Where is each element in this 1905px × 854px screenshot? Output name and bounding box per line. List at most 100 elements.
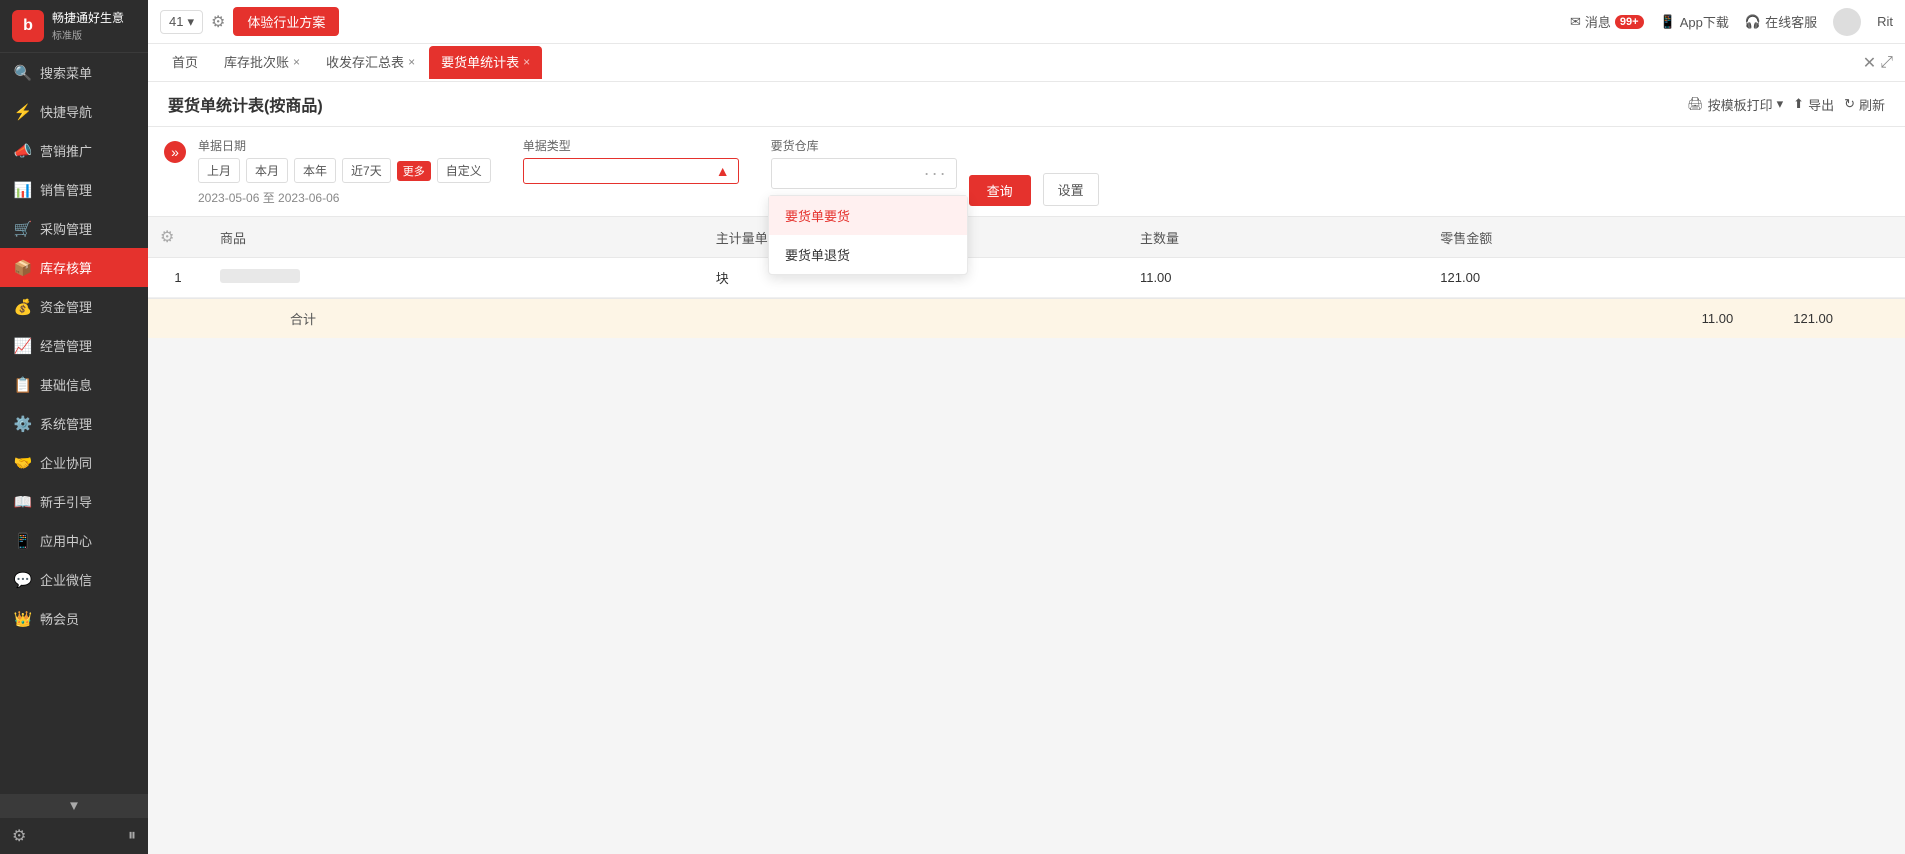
sidebar-item-label: 搜索菜单 (40, 63, 92, 82)
sidebar-item-label: 畅会员 (40, 609, 79, 628)
page-actions: 🖨 按模板打印 ▾ ⬆ 导出 ↻ 刷新 (1687, 95, 1885, 124)
dropdown-item-label: 要货单要货 (785, 209, 850, 224)
type-filter-select[interactable]: ▲ (523, 158, 739, 184)
cell-product (208, 258, 704, 298)
print-label: 按模板打印 (1708, 95, 1773, 114)
print-button[interactable]: 🖨 按模板打印 ▾ (1687, 95, 1783, 114)
wechat-icon: 💬 (14, 571, 32, 589)
sidebar-item-label: 企业协同 (40, 453, 92, 472)
export-icon: ⬆ (1793, 96, 1804, 112)
date-btn-custom[interactable]: 自定义 (437, 158, 491, 183)
sidebar-item-wechat[interactable]: 💬 企业微信 (0, 560, 148, 599)
warehouse-filter-more[interactable]: ··· (924, 163, 948, 184)
members-icon: 👑 (14, 610, 32, 628)
col-settings: ⚙ (148, 217, 208, 258)
data-table-wrapper: ⚙ 商品 主计量单位 主数量 零售金额 1 (148, 217, 1905, 298)
tabbar: 首页 库存批次账 × 收发存汇总表 × 要货单统计表 × ✕ ⤢ (148, 44, 1905, 82)
collapse-icon[interactable]: ⏸ (128, 827, 136, 845)
filter-expand-button[interactable]: » (164, 141, 186, 163)
warehouse-filter-select[interactable]: ··· (771, 158, 957, 189)
app-download-button[interactable]: 📱 App下载 (1660, 12, 1729, 31)
footer-total-label: 合计 (160, 309, 316, 328)
sidebar-item-purchase[interactable]: 🛒 采购管理 (0, 209, 148, 248)
col-quantity-header: 主数量 (1128, 217, 1428, 258)
tab-receipt-summary[interactable]: 收发存汇总表 × (314, 46, 427, 79)
sidebar-item-appstore[interactable]: 📱 应用中心 (0, 521, 148, 560)
sales-icon: 📊 (14, 181, 32, 199)
date-btn-7days[interactable]: 近7天 (342, 158, 391, 183)
topbar-settings-icon[interactable]: ⚙ (211, 12, 225, 32)
sidebar-item-sales[interactable]: 📊 销售管理 (0, 170, 148, 209)
company-dropdown[interactable]: 41 ▾ (160, 10, 203, 34)
tab-requisition-stat[interactable]: 要货单统计表 × (429, 46, 542, 79)
system-icon: ⚙️ (14, 415, 32, 433)
cell-quantity: 11.00 (1128, 258, 1428, 298)
sidebar-item-label: 采购管理 (40, 219, 92, 238)
user-avatar[interactable] (1833, 8, 1861, 36)
date-btn-last-month[interactable]: 上月 (198, 158, 240, 183)
close-window-icon[interactable]: ✕ (1863, 53, 1876, 73)
sidebar: b 畅捷通好生意 标准版 🔍 搜索菜单 ⚡ 快捷导航 📣 营销推广 📊 销售管理… (0, 0, 148, 854)
column-settings-icon[interactable]: ⚙ (160, 229, 174, 246)
query-button[interactable]: 查询 (969, 175, 1031, 206)
tab-requisition-stat-close[interactable]: × (523, 55, 530, 69)
sidebar-item-system[interactable]: ⚙️ 系统管理 (0, 404, 148, 443)
data-table: ⚙ 商品 主计量单位 主数量 零售金额 1 (148, 217, 1905, 298)
filter-settings-button[interactable]: 设置 (1043, 173, 1099, 206)
tab-inventory-batch-close[interactable]: × (293, 55, 300, 69)
cell-extra (1791, 258, 1905, 298)
fullscreen-icon[interactable]: ⤢ (1880, 54, 1893, 72)
sidebar-item-basics[interactable]: 📋 基础信息 (0, 365, 148, 404)
sidebar-item-inventory[interactable]: 📦 库存核算 (0, 248, 148, 287)
type-dropdown: 要货单要货 要货单退货 (768, 195, 968, 275)
sidebar-item-label: 基础信息 (40, 375, 92, 394)
warehouse-filter-input[interactable] (780, 166, 920, 181)
finance-icon: 💰 (14, 298, 32, 316)
topbar: 41 ▾ ⚙ 体验行业方案 ✉ 消息 99+ 📱 App下载 🎧 在线客服 Ri… (148, 0, 1905, 44)
dropdown-item-requisition[interactable]: 要货单要货 (769, 196, 967, 235)
messages-label: 消息 (1585, 12, 1611, 31)
date-more-badge[interactable]: 更多 (397, 161, 431, 181)
refresh-icon: ↻ (1844, 96, 1855, 112)
sidebar-item-quicknav[interactable]: ⚡ 快捷导航 (0, 92, 148, 131)
search-icon: 🔍 (14, 64, 32, 82)
marketing-icon: 📣 (14, 142, 32, 160)
sidebar-item-finance[interactable]: 💰 资金管理 (0, 287, 148, 326)
company-value: 41 (169, 14, 183, 29)
sidebar-item-label: 企业微信 (40, 570, 92, 589)
tab-home[interactable]: 首页 (160, 46, 210, 79)
sidebar-item-members[interactable]: 👑 畅会员 (0, 599, 148, 638)
download-icon: 📱 (1660, 14, 1676, 30)
sidebar-item-label: 经营管理 (40, 336, 92, 355)
tabbar-actions: ✕ ⤢ (1863, 53, 1893, 73)
refresh-button[interactable]: ↻ 刷新 (1844, 95, 1885, 114)
tab-receipt-summary-close[interactable]: × (408, 55, 415, 69)
sidebar-item-marketing[interactable]: 📣 营销推广 (0, 131, 148, 170)
export-button[interactable]: ⬆ 导出 (1793, 95, 1834, 114)
sidebar-item-guide[interactable]: 📖 新手引导 (0, 482, 148, 521)
type-filter-input[interactable] (532, 164, 712, 179)
sidebar-item-search[interactable]: 🔍 搜索菜单 (0, 53, 148, 92)
appstore-icon: 📱 (14, 532, 32, 550)
app-logo-icon: b (12, 10, 44, 42)
tab-inventory-batch[interactable]: 库存批次账 × (212, 46, 312, 79)
sidebar-logo: b 畅捷通好生意 标准版 (0, 0, 148, 53)
sidebar-item-enterprise[interactable]: 🤝 企业协同 (0, 443, 148, 482)
sidebar-item-label: 应用中心 (40, 531, 92, 550)
product-placeholder (220, 269, 300, 283)
sidebar-item-operations[interactable]: 📈 经营管理 (0, 326, 148, 365)
col-extra (1791, 217, 1905, 258)
sidebar-scroll-down[interactable]: ▼ (0, 794, 148, 817)
export-label: 导出 (1808, 95, 1834, 114)
date-btn-this-month[interactable]: 本月 (246, 158, 288, 183)
date-btn-this-year[interactable]: 本年 (294, 158, 336, 183)
sidebar-bottom: ⚙ ⏸ (0, 817, 148, 854)
date-filter-label: 单据日期 (198, 137, 491, 154)
dropdown-item-return[interactable]: 要货单退货 (769, 235, 967, 274)
messages-button[interactable]: ✉ 消息 99+ (1570, 12, 1644, 31)
type-filter-chevron-up: ▲ (716, 163, 730, 179)
trial-button[interactable]: 体验行业方案 (233, 7, 339, 36)
tab-inventory-batch-label: 库存批次账 (224, 52, 289, 71)
settings-icon[interactable]: ⚙ (12, 826, 26, 846)
online-service-button[interactable]: 🎧 在线客服 (1745, 12, 1817, 31)
